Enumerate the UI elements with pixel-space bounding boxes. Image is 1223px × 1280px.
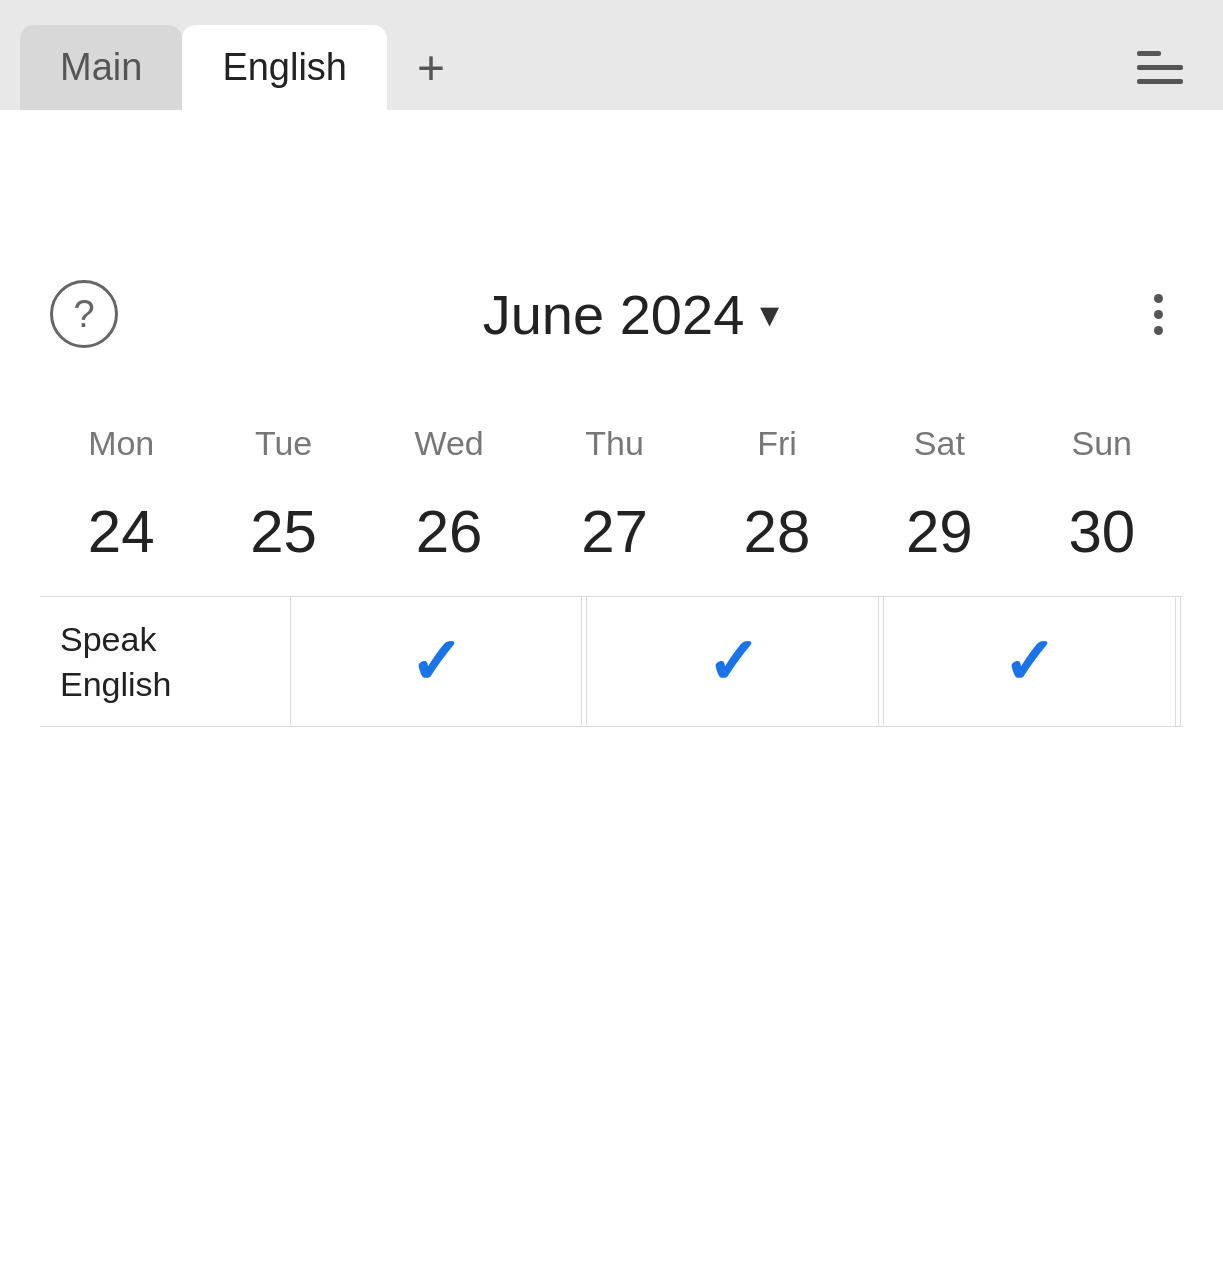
date-fri[interactable]: 28 [696, 487, 858, 596]
date-wed[interactable]: 26 [365, 487, 534, 596]
date-row: 24 25 26 27 28 29 30 [40, 487, 1183, 596]
calendar-grid: Mon Tue Wed Thu Fri Sat Sun 24 25 26 27 … [40, 408, 1183, 596]
add-tab-button[interactable]: + [387, 25, 475, 110]
date-tue[interactable]: 25 [202, 487, 364, 596]
checkmark-wed: ✓ [706, 626, 760, 698]
day-header-fri: Fri [696, 408, 858, 487]
hamburger-icon [1137, 51, 1183, 84]
tab-english[interactable]: English [182, 25, 387, 110]
month-selector[interactable]: June 2024 ▾ [483, 282, 780, 347]
dot-1 [1154, 294, 1163, 303]
day-header-mon: Mon [40, 408, 202, 487]
date-mon[interactable]: 24 [40, 487, 202, 596]
habit-check-sun[interactable] [1180, 597, 1183, 727]
tab-bar: Main English + [0, 0, 1223, 110]
habit-table: SpeakEnglish ✓ ✓ ✓ [40, 596, 1183, 727]
day-header-tue: Tue [202, 408, 364, 487]
habit-row: SpeakEnglish ✓ ✓ ✓ [40, 597, 1183, 727]
checkmark-fri: ✓ [1002, 626, 1056, 698]
calendar-header: ? June 2024 ▾ [40, 280, 1183, 348]
habit-check-mon[interactable]: ✓ [290, 597, 581, 727]
help-icon-label: ? [73, 293, 94, 336]
date-sun[interactable]: 30 [1021, 487, 1183, 596]
day-header-sat: Sat [858, 408, 1020, 487]
dot-2 [1154, 310, 1163, 319]
habit-name: SpeakEnglish [60, 620, 172, 702]
month-title: June 2024 [483, 282, 745, 347]
date-sat[interactable]: 29 [858, 487, 1020, 596]
hamburger-line-2 [1137, 65, 1183, 70]
day-header-thu: Thu [533, 408, 695, 487]
help-button[interactable]: ? [50, 280, 118, 348]
hamburger-menu-button[interactable] [1117, 25, 1203, 110]
tab-english-label: English [222, 46, 347, 89]
main-content: ? June 2024 ▾ Mon Tue Wed Thu Fri Sat Su… [0, 110, 1223, 727]
dot-3 [1154, 326, 1163, 335]
day-header-sun: Sun [1021, 408, 1183, 487]
habit-check-wed[interactable]: ✓ [587, 597, 878, 727]
checkmark-mon: ✓ [409, 626, 463, 698]
date-thu[interactable]: 27 [533, 487, 695, 596]
day-header-wed: Wed [365, 408, 534, 487]
habit-name-cell: SpeakEnglish [40, 597, 290, 727]
hamburger-line-1 [1137, 51, 1161, 56]
more-options-button[interactable] [1144, 284, 1173, 345]
add-tab-icon: + [417, 40, 445, 95]
hamburger-line-3 [1137, 79, 1183, 84]
tab-main-label: Main [60, 46, 142, 89]
tab-main[interactable]: Main [20, 25, 182, 110]
chevron-down-icon: ▾ [760, 292, 779, 336]
habit-check-fri[interactable]: ✓ [884, 597, 1175, 727]
day-header-row: Mon Tue Wed Thu Fri Sat Sun [40, 408, 1183, 487]
